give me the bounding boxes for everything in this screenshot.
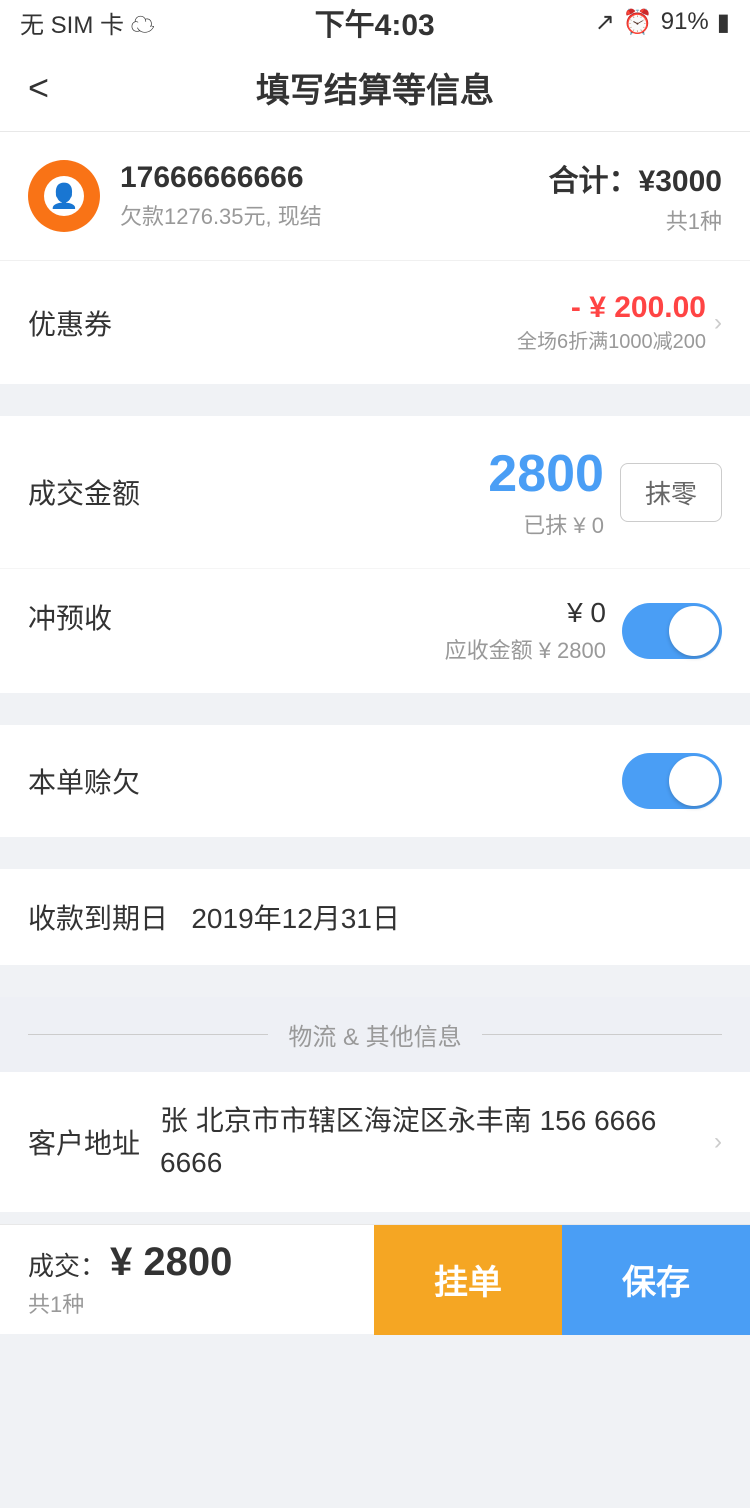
duedate-row: 收款到期日 2019年12月31日	[0, 869, 750, 965]
address-value: 张 北京市市辖区海淀区永丰南 156 6666 6666	[160, 1100, 714, 1184]
toggle-thumb-2	[669, 756, 719, 806]
no-sim-text: 无 SIM 卡 ☁	[20, 5, 155, 40]
duedate-label: 收款到期日 2019年12月31日	[28, 897, 400, 937]
chevron-right-icon: ›	[714, 309, 722, 337]
coupon-row[interactable]: 优惠券 - ¥ 200.00 全场6折满1000减200 ›	[0, 260, 750, 384]
raiqian-toggle[interactable]	[622, 753, 722, 809]
nav-bar: < 填写结算等信息	[0, 44, 750, 132]
chong-toggle[interactable]	[622, 603, 722, 659]
status-left: 无 SIM 卡 ☁	[20, 5, 155, 40]
address-row[interactable]: 客户地址 张 北京市市辖区海淀区永丰南 156 6666 6666 ›	[0, 1072, 750, 1212]
customer-total: 合计：¥3000 共1种	[549, 156, 722, 236]
bottom-summary: 成交： ¥ 2800 共1种	[0, 1240, 374, 1319]
back-button[interactable]: <	[28, 67, 49, 109]
customer-info: 17666666666 欠款1276.35元, 现结	[120, 161, 549, 231]
toggle-thumb	[669, 606, 719, 656]
avatar: 👤	[28, 160, 100, 232]
section-divider-2	[0, 709, 750, 725]
chong-label: 冲预收	[28, 597, 112, 637]
coupon-label: 优惠券	[28, 303, 112, 343]
address-card: 客户地址 张 北京市市辖区海淀区永丰南 156 6666 6666 ›	[0, 1072, 750, 1212]
chong-amount: ¥ 0	[445, 597, 606, 629]
deal-right: 2800 已抹 ¥ 0 抹零	[488, 444, 722, 540]
section-label-text: 物流 & 其他信息	[268, 1017, 481, 1052]
raiqian-label: 本单赊欠	[28, 761, 140, 801]
total-count: 共1种	[549, 204, 722, 236]
status-bar: 无 SIM 卡 ☁ 下午4:03 ↗ ⏰ 91% ▮	[0, 0, 750, 44]
section-divider	[0, 400, 750, 416]
bottom-deal-label: 成交：	[28, 1246, 106, 1283]
save-button[interactable]: 保存	[562, 1225, 750, 1335]
alarm-icon: ⏰	[623, 8, 653, 37]
raiqian-row: 本单赊欠	[0, 725, 750, 837]
avatar-icon: 👤	[44, 176, 84, 216]
address-chevron-icon: ›	[714, 1128, 722, 1156]
duedate-section: 收款到期日 2019年12月31日	[0, 869, 750, 965]
bottom-count: 共1种	[28, 1287, 346, 1319]
customer-phone: 17666666666	[120, 161, 549, 195]
chong-row: 冲预收 ¥ 0 应收金额 ¥ 2800	[0, 569, 750, 693]
coupon-amount: - ¥ 200.00	[517, 291, 706, 325]
deal-amount: 2800	[488, 444, 604, 504]
customer-debt: 欠款1276.35元, 现结	[120, 199, 549, 231]
deal-label: 成交金额	[28, 472, 140, 512]
status-time: 下午4:03	[315, 0, 435, 44]
chong-amount-wrap: ¥ 0 应收金额 ¥ 2800	[445, 597, 606, 665]
status-right: ↗ ⏰ 91% ▮	[595, 8, 730, 37]
bottom-amount: ¥ 2800	[110, 1240, 232, 1285]
bottom-bar: 成交： ¥ 2800 共1种 挂单 保存	[0, 1224, 750, 1334]
coupon-desc: 全场6折满1000减200	[517, 325, 706, 354]
duedate-value: 2019年12月31日	[191, 903, 400, 934]
raiqian-right	[622, 753, 722, 809]
coupon-right: - ¥ 200.00 全场6折满1000减200 ›	[517, 291, 722, 354]
page-title: 填写结算等信息	[256, 63, 494, 112]
location-icon: ↗	[595, 8, 615, 37]
chong-sub: 应收金额 ¥ 2800	[445, 633, 606, 665]
deal-row: 成交金额 2800 已抹 ¥ 0 抹零	[0, 416, 750, 569]
section-line-right	[482, 1034, 722, 1035]
chong-right: ¥ 0 应收金额 ¥ 2800	[445, 597, 722, 665]
total-amount: 合计：¥3000	[549, 156, 722, 200]
battery-text: 91%	[661, 8, 709, 36]
address-label: 客户地址	[28, 1122, 140, 1162]
customer-card: 👤 17666666666 欠款1276.35元, 现结 合计：¥3000 共1…	[0, 132, 750, 384]
section-line-left	[28, 1034, 268, 1035]
hang-button[interactable]: 挂单	[374, 1225, 562, 1335]
customer-row: 👤 17666666666 欠款1276.35元, 现结 合计：¥3000 共1…	[0, 132, 750, 260]
deal-section: 成交金额 2800 已抹 ¥ 0 抹零 冲预收 ¥ 0 应收金额 ¥ 2800	[0, 416, 750, 693]
deal-sub: 已抹 ¥ 0	[488, 508, 604, 540]
round-button[interactable]: 抹零	[620, 463, 722, 522]
battery-icon: ▮	[717, 8, 730, 37]
section-divider-3	[0, 853, 750, 869]
raiqian-section: 本单赊欠	[0, 725, 750, 837]
section-label-row: 物流 & 其他信息	[0, 997, 750, 1072]
section-divider-4	[0, 981, 750, 997]
